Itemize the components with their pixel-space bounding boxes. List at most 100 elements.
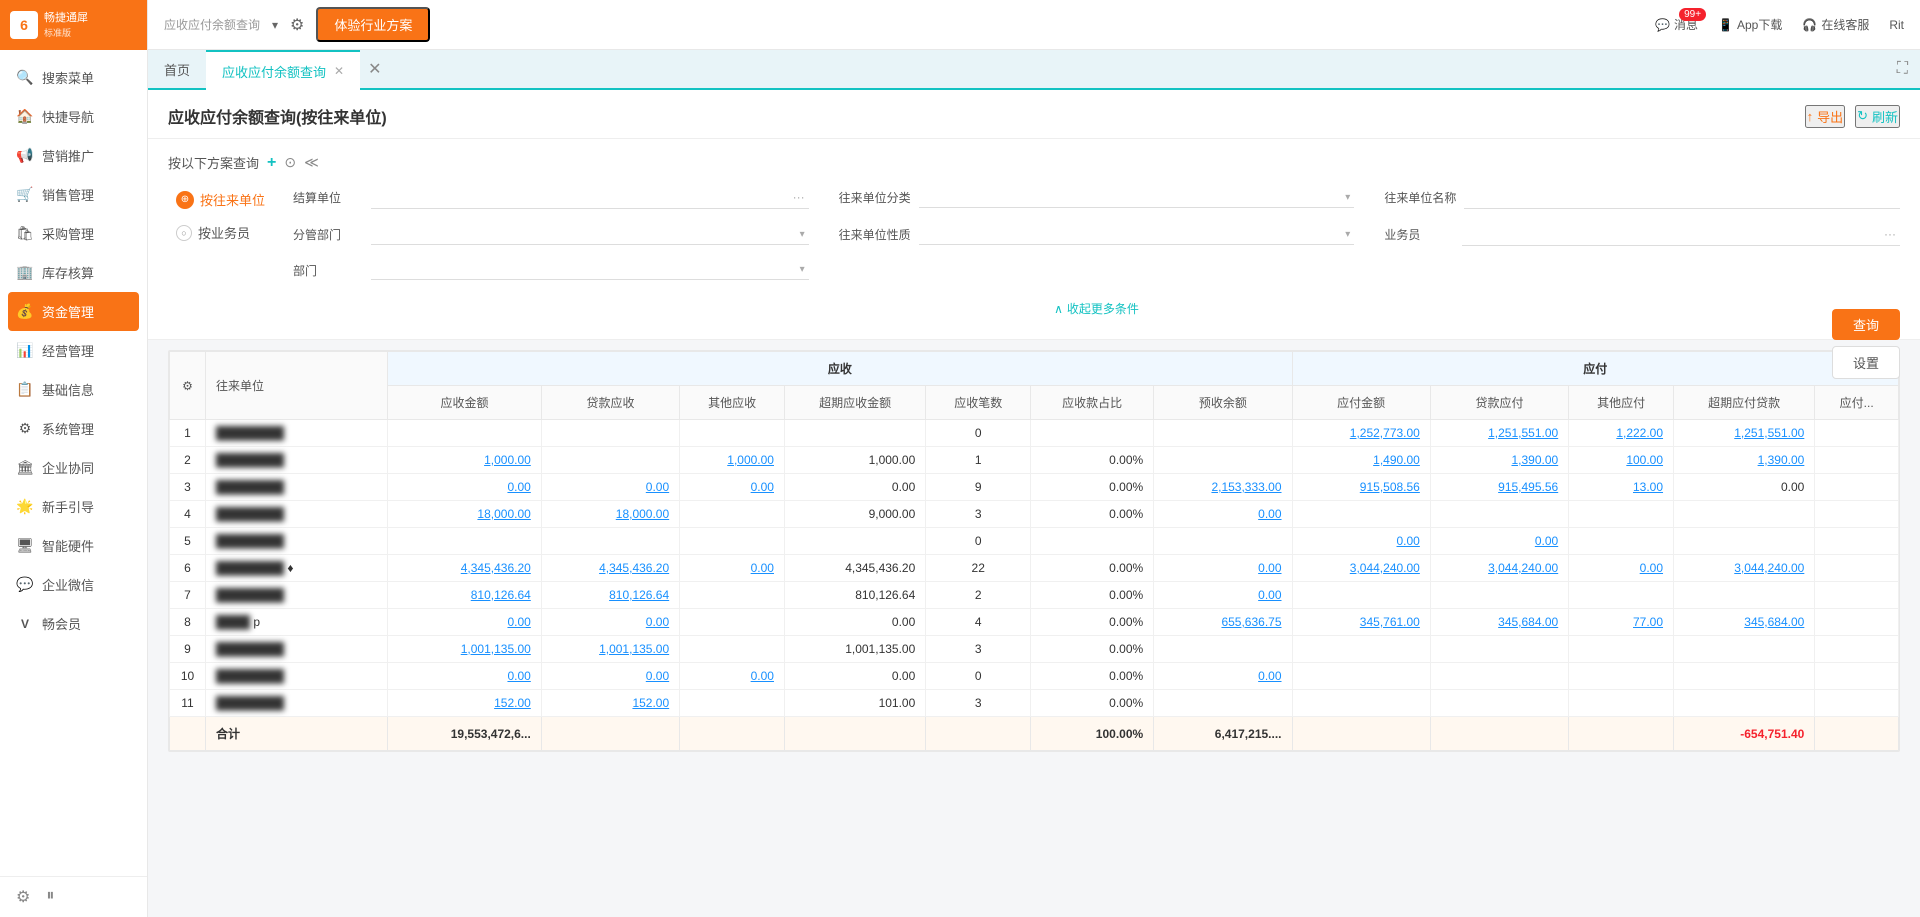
footer-ar-count bbox=[926, 717, 1031, 751]
row-ar-loan: 4,345,436.20 bbox=[541, 555, 679, 582]
row-ar-amount: 0.00 bbox=[388, 474, 542, 501]
row-ap-overdue bbox=[1674, 528, 1815, 555]
sidebar-item-finance[interactable]: 💰 资金管理 bbox=[8, 292, 139, 331]
col-group-yingfu: 应付 bbox=[1292, 352, 1898, 386]
col-group-yingshou: 应收 bbox=[388, 352, 1292, 386]
sidebar-item-member[interactable]: V 畅会员 bbox=[0, 604, 147, 643]
sidebar-item-system[interactable]: ⚙ 系统管理 bbox=[0, 409, 147, 448]
sidebar-item-inventory[interactable]: 🏢 库存核算 bbox=[0, 253, 147, 292]
export-button[interactable]: ↑ 导出 bbox=[1805, 105, 1846, 128]
dept-manager-select[interactable]: ▾ bbox=[371, 225, 809, 245]
filter-collapse-button[interactable]: ∧ 收起更多条件 bbox=[293, 292, 1900, 325]
tab-home[interactable]: 首页 bbox=[148, 49, 206, 89]
search-icon: 🔍 bbox=[16, 69, 34, 86]
row-ap-loan: 0.00 bbox=[1430, 528, 1568, 555]
salesperson-label: 业务员 bbox=[1384, 226, 1454, 243]
department-select[interactable]: ▾ bbox=[371, 260, 809, 280]
row-partner: ████████ bbox=[206, 528, 388, 555]
row-ar-ratio: 0.00% bbox=[1031, 663, 1154, 690]
set-button[interactable]: 设置 bbox=[1832, 346, 1900, 379]
salesperson-dots[interactable]: ··· bbox=[1884, 227, 1896, 241]
row-ap-overdue: 0.00 bbox=[1674, 474, 1815, 501]
row-ap-extra bbox=[1815, 420, 1899, 447]
settlement-unit-input[interactable]: ··· bbox=[371, 186, 809, 209]
topbar-message[interactable]: 💬 消息 99+ bbox=[1655, 16, 1698, 33]
filter-section: 按以下方案查询 + ⊙ ≪ 查询 设置 ⊕ 按往来单位 ○ bbox=[148, 139, 1920, 340]
row-ar-other bbox=[680, 528, 785, 555]
row-ar-count: 1 bbox=[926, 447, 1031, 474]
sidebar-item-sales[interactable]: 🛒 销售管理 bbox=[0, 175, 147, 214]
row-ar-count: 0 bbox=[926, 528, 1031, 555]
topbar-breadcrumb: 应收应付余额查询 bbox=[164, 16, 260, 33]
row-ar-overdue: 4,345,436.20 bbox=[784, 555, 925, 582]
row-ap-other bbox=[1569, 528, 1674, 555]
row-advance bbox=[1154, 447, 1292, 474]
row-ar-ratio: 0.00% bbox=[1031, 474, 1154, 501]
sidebar-item-purchase[interactable]: 🛍 采购管理 bbox=[0, 214, 147, 253]
fullscreen-icon[interactable]: ⛶ bbox=[1885, 60, 1920, 78]
refresh-button[interactable]: ↻ 刷新 bbox=[1855, 105, 1900, 128]
sidebar-item-basic[interactable]: 📋 基础信息 bbox=[0, 370, 147, 409]
sidebar-item-enterprise[interactable]: 🏛 企业协同 bbox=[0, 448, 147, 487]
partner-type-select[interactable]: ▾ bbox=[919, 225, 1355, 245]
row-ar-count: 3 bbox=[926, 690, 1031, 717]
filter-department: 部门 ▾ bbox=[293, 260, 809, 280]
partner-category-arrow: ▾ bbox=[1345, 192, 1350, 203]
window-close-icon[interactable]: ✕ bbox=[360, 59, 389, 79]
row-advance: 0.00 bbox=[1154, 663, 1292, 690]
sidebar-item-wechat[interactable]: 💬 企业微信 bbox=[0, 565, 147, 604]
settlement-unit-label: 结算单位 bbox=[293, 189, 363, 206]
table-settings-icon[interactable]: ⚙ bbox=[182, 379, 193, 393]
row-ar-loan: 1,001,135.00 bbox=[541, 636, 679, 663]
topbar-app-download[interactable]: 📱 App下载 bbox=[1718, 16, 1782, 33]
sidebar-item-hardware[interactable]: 🖥 智能硬件 bbox=[0, 526, 147, 565]
settlement-unit-dots[interactable]: ··· bbox=[793, 190, 805, 204]
filter-nav-by-staff[interactable]: ○ 按业务员 bbox=[168, 219, 273, 246]
bottom-settings-icon[interactable]: ⚙ bbox=[16, 887, 30, 907]
row-ap-loan: 1,251,551.00 bbox=[1430, 420, 1568, 447]
topbar-online-service[interactable]: 🎧 在线客服 bbox=[1802, 16, 1869, 33]
topbar: 应收应付余额查询 ▾ ⚙ 体验行业方案 💬 消息 99+ 📱 App下载 🎧 在… bbox=[148, 0, 1920, 50]
partner-type-arrow: ▾ bbox=[1345, 229, 1350, 240]
system-icon: ⚙ bbox=[16, 420, 34, 437]
topbar-user[interactable]: Rit bbox=[1889, 18, 1904, 32]
row-ar-loan bbox=[541, 447, 679, 474]
row-ap-extra bbox=[1815, 555, 1899, 582]
row-ar-amount: 810,126.64 bbox=[388, 582, 542, 609]
tab-ar-ap[interactable]: 应收应付余额查询 ✕ bbox=[206, 50, 360, 90]
filter-add-icon[interactable]: + bbox=[267, 154, 276, 172]
row-ap-amount bbox=[1292, 636, 1430, 663]
dept-manager-label: 分管部门 bbox=[293, 226, 363, 243]
sidebar-item-search[interactable]: 🔍 搜索菜单 bbox=[0, 58, 147, 97]
row-ap-extra bbox=[1815, 636, 1899, 663]
sidebar-item-quick[interactable]: 🏠 快捷导航 bbox=[0, 97, 147, 136]
row-ar-other: 0.00 bbox=[680, 555, 785, 582]
row-ap-loan bbox=[1430, 636, 1568, 663]
topbar-dropdown[interactable]: ▾ bbox=[272, 18, 278, 32]
row-ap-overdue bbox=[1674, 663, 1815, 690]
filter-nav: ⊕ 按往来单位 ○ 按业务员 bbox=[168, 186, 273, 313]
filter-collapse-icon[interactable]: ≪ bbox=[304, 154, 319, 171]
filter-nav-by-unit[interactable]: ⊕ 按往来单位 bbox=[168, 186, 273, 213]
partner-name-input[interactable] bbox=[1464, 186, 1900, 209]
partner-category-select[interactable]: ▾ bbox=[919, 188, 1355, 208]
sidebar-item-guide[interactable]: 🌟 新手引导 bbox=[0, 487, 147, 526]
sidebar-item-operations[interactable]: 📊 经营管理 bbox=[0, 331, 147, 370]
row-advance: 0.00 bbox=[1154, 555, 1292, 582]
promo-button[interactable]: 体验行业方案 bbox=[316, 7, 430, 42]
topbar-settings-icon[interactable]: ⚙ bbox=[290, 15, 304, 35]
sidebar-item-marketing[interactable]: 📢 营销推广 bbox=[0, 136, 147, 175]
sidebar: 6 畅捷通犀 标准版 🔍 搜索菜单 🏠 快捷导航 📢 营销推广 🛒 销售管理 🛍… bbox=[0, 0, 148, 917]
col-settings[interactable]: ⚙ bbox=[170, 352, 206, 420]
row-ap-overdue: 3,044,240.00 bbox=[1674, 555, 1815, 582]
row-num: 1 bbox=[170, 420, 206, 447]
tab-close-icon[interactable]: ✕ bbox=[334, 64, 344, 78]
row-ar-loan: 152.00 bbox=[541, 690, 679, 717]
filter-config-icon[interactable]: ⊙ bbox=[284, 154, 296, 171]
query-button[interactable]: 查询 bbox=[1832, 309, 1900, 340]
table-row: 5 ████████ 0 0.00 0.00 bbox=[170, 528, 1899, 555]
bottom-collapse-icon[interactable]: ⏸ bbox=[46, 887, 54, 907]
row-partner: ████████ bbox=[206, 663, 388, 690]
salesperson-input[interactable]: ··· bbox=[1462, 223, 1900, 246]
refresh-icon: ↻ bbox=[1857, 108, 1868, 124]
